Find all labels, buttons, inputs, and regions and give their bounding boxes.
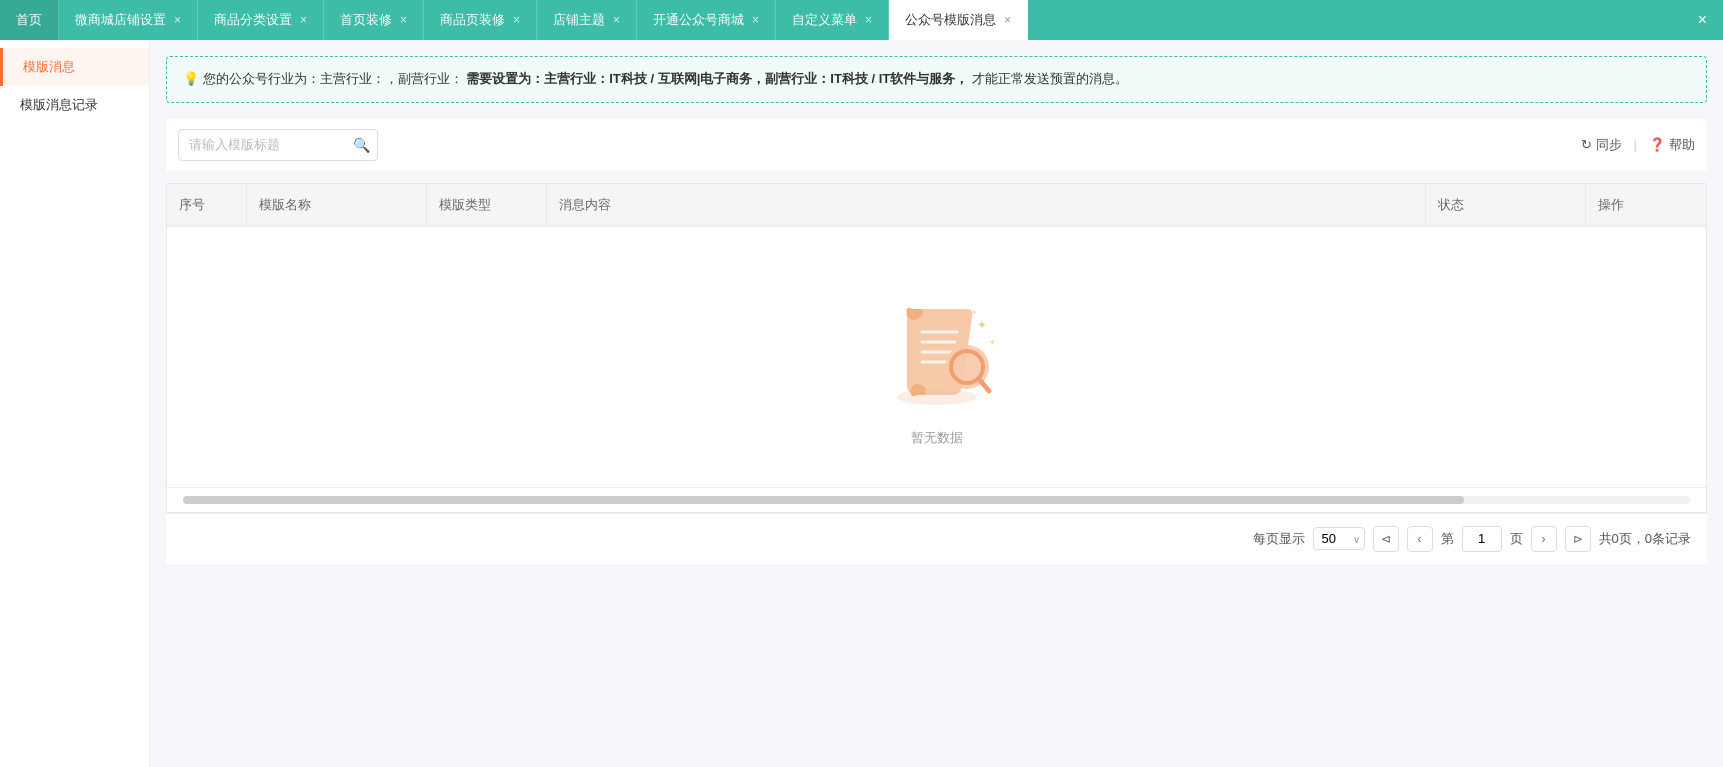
tab-label: 开通公众号商城: [653, 11, 744, 29]
search-right: ↻ 同步 | ❓ 帮助: [1581, 136, 1695, 154]
page-last-button[interactable]: ⊳: [1565, 526, 1591, 552]
search-bar: 🔍 ↻ 同步 | ❓ 帮助: [166, 119, 1707, 171]
search-left: 🔍: [178, 129, 378, 161]
page-label-suffix: 页: [1510, 530, 1523, 548]
sync-label: 同步: [1596, 136, 1622, 154]
help-button[interactable]: ❓ 帮助: [1649, 136, 1695, 154]
empty-illustration: ✦ ✦ ✦: [867, 287, 1007, 417]
tab-close-icon[interactable]: ×: [613, 13, 620, 27]
tab-label: 商品页装修: [440, 11, 505, 29]
notice-icon: 💡: [183, 71, 199, 86]
main-layout: 模版消息模版消息记录 💡 您的公众号行业为：主营行业：，副营行业： 需要设置为：…: [0, 40, 1723, 767]
tab-label: 首页: [16, 11, 42, 29]
table: 序号模版名称模版类型消息内容状态操作: [166, 183, 1707, 513]
help-icon: ❓: [1649, 137, 1665, 152]
tab-close-icon[interactable]: ×: [865, 13, 872, 27]
tab-item-0[interactable]: 首页: [0, 0, 59, 40]
page-size-label: 每页显示: [1253, 530, 1305, 548]
table-col-3: 消息内容: [547, 184, 1426, 226]
content-area: 💡 您的公众号行业为：主营行业：，副营行业： 需要设置为：主营行业：IT科技 /…: [150, 40, 1723, 767]
tab-close-icon[interactable]: ×: [400, 13, 407, 27]
tab-label: 商品分类设置: [214, 11, 292, 29]
tab-item-8[interactable]: 公众号模版消息 ×: [889, 0, 1028, 40]
notice-highlight: 需要设置为：主营行业：IT科技 / 互联网|电子商务，副营行业：IT科技 / I…: [466, 71, 968, 86]
sync-button[interactable]: ↻ 同步: [1581, 136, 1622, 154]
table-col-0: 序号: [167, 184, 247, 226]
table-header: 序号模版名称模版类型消息内容状态操作: [167, 184, 1706, 227]
fake-scrollbar[interactable]: [183, 496, 1690, 504]
page-number-input[interactable]: [1462, 526, 1502, 552]
tab-close-icon[interactable]: ×: [752, 13, 759, 27]
table-col-2: 模版类型: [427, 184, 547, 226]
tab-label: 首页装修: [340, 11, 392, 29]
search-icon[interactable]: 🔍: [353, 137, 370, 153]
page-prev-button[interactable]: ‹: [1407, 526, 1433, 552]
page-size-wrap: 50 20 100: [1313, 527, 1365, 550]
page-next-button[interactable]: ›: [1531, 526, 1557, 552]
pagination: 每页显示 50 20 100 ⊲ ‹ 第 页 › ⊳ 共0页，0条记录: [166, 513, 1707, 564]
tab-item-2[interactable]: 商品分类设置 ×: [198, 0, 324, 40]
notice-text-prefix: 您的公众号行业为：主营行业：，副营行业：: [203, 71, 463, 86]
tab-label: 微商城店铺设置: [75, 11, 166, 29]
svg-text:✦: ✦: [989, 338, 996, 347]
table-col-5: 操作: [1586, 184, 1706, 226]
tab-item-4[interactable]: 商品页装修 ×: [424, 0, 537, 40]
page-first-button[interactable]: ⊲: [1373, 526, 1399, 552]
tab-label: 店铺主题: [553, 11, 605, 29]
tab-item-6[interactable]: 开通公众号商城 ×: [637, 0, 776, 40]
empty-text: 暂无数据: [911, 429, 963, 447]
tab-label: 自定义菜单: [792, 11, 857, 29]
search-input-wrap: 🔍: [178, 129, 378, 161]
tab-close-icon[interactable]: ×: [300, 13, 307, 27]
table-col-4: 状态: [1426, 184, 1586, 226]
total-label: 共0页，0条记录: [1599, 530, 1691, 548]
scroll-bar-area: [167, 487, 1706, 512]
notice-box: 💡 您的公众号行业为：主营行业：，副营行业： 需要设置为：主营行业：IT科技 /…: [166, 56, 1707, 103]
tab-bar: 首页微商城店铺设置×商品分类设置×首页装修×商品页装修×店铺主题×开通公众号商城…: [0, 0, 1723, 40]
sidebar-item-0[interactable]: 模版消息: [0, 48, 149, 86]
svg-text:✦: ✦: [971, 308, 978, 317]
empty-state: ✦ ✦ ✦ 暂无数据: [167, 227, 1706, 487]
tab-close-icon[interactable]: ×: [1004, 13, 1011, 27]
tab-label: 公众号模版消息: [905, 11, 996, 29]
sidebar-item-1[interactable]: 模版消息记录: [0, 86, 149, 124]
page-size-select[interactable]: 50 20 100: [1313, 527, 1365, 550]
svg-text:✦: ✦: [977, 318, 987, 332]
divider: |: [1634, 137, 1637, 152]
tab-item-1[interactable]: 微商城店铺设置 ×: [59, 0, 198, 40]
tab-item-3[interactable]: 首页装修 ×: [324, 0, 424, 40]
page-label-prefix: 第: [1441, 530, 1454, 548]
help-label: 帮助: [1669, 136, 1695, 154]
tab-item-7[interactable]: 自定义菜单 ×: [776, 0, 889, 40]
tab-close-icon[interactable]: ×: [513, 13, 520, 27]
tab-bar-close[interactable]: ×: [1682, 11, 1723, 29]
tab-close-icon[interactable]: ×: [174, 13, 181, 27]
search-input[interactable]: [178, 129, 378, 161]
table-col-1: 模版名称: [247, 184, 427, 226]
sidebar: 模版消息模版消息记录: [0, 40, 150, 767]
tab-item-5[interactable]: 店铺主题 ×: [537, 0, 637, 40]
scrollbar-thumb[interactable]: [183, 496, 1464, 504]
notice-text-suffix: 才能正常发送预置的消息。: [972, 71, 1128, 86]
sync-icon: ↻: [1581, 137, 1592, 152]
